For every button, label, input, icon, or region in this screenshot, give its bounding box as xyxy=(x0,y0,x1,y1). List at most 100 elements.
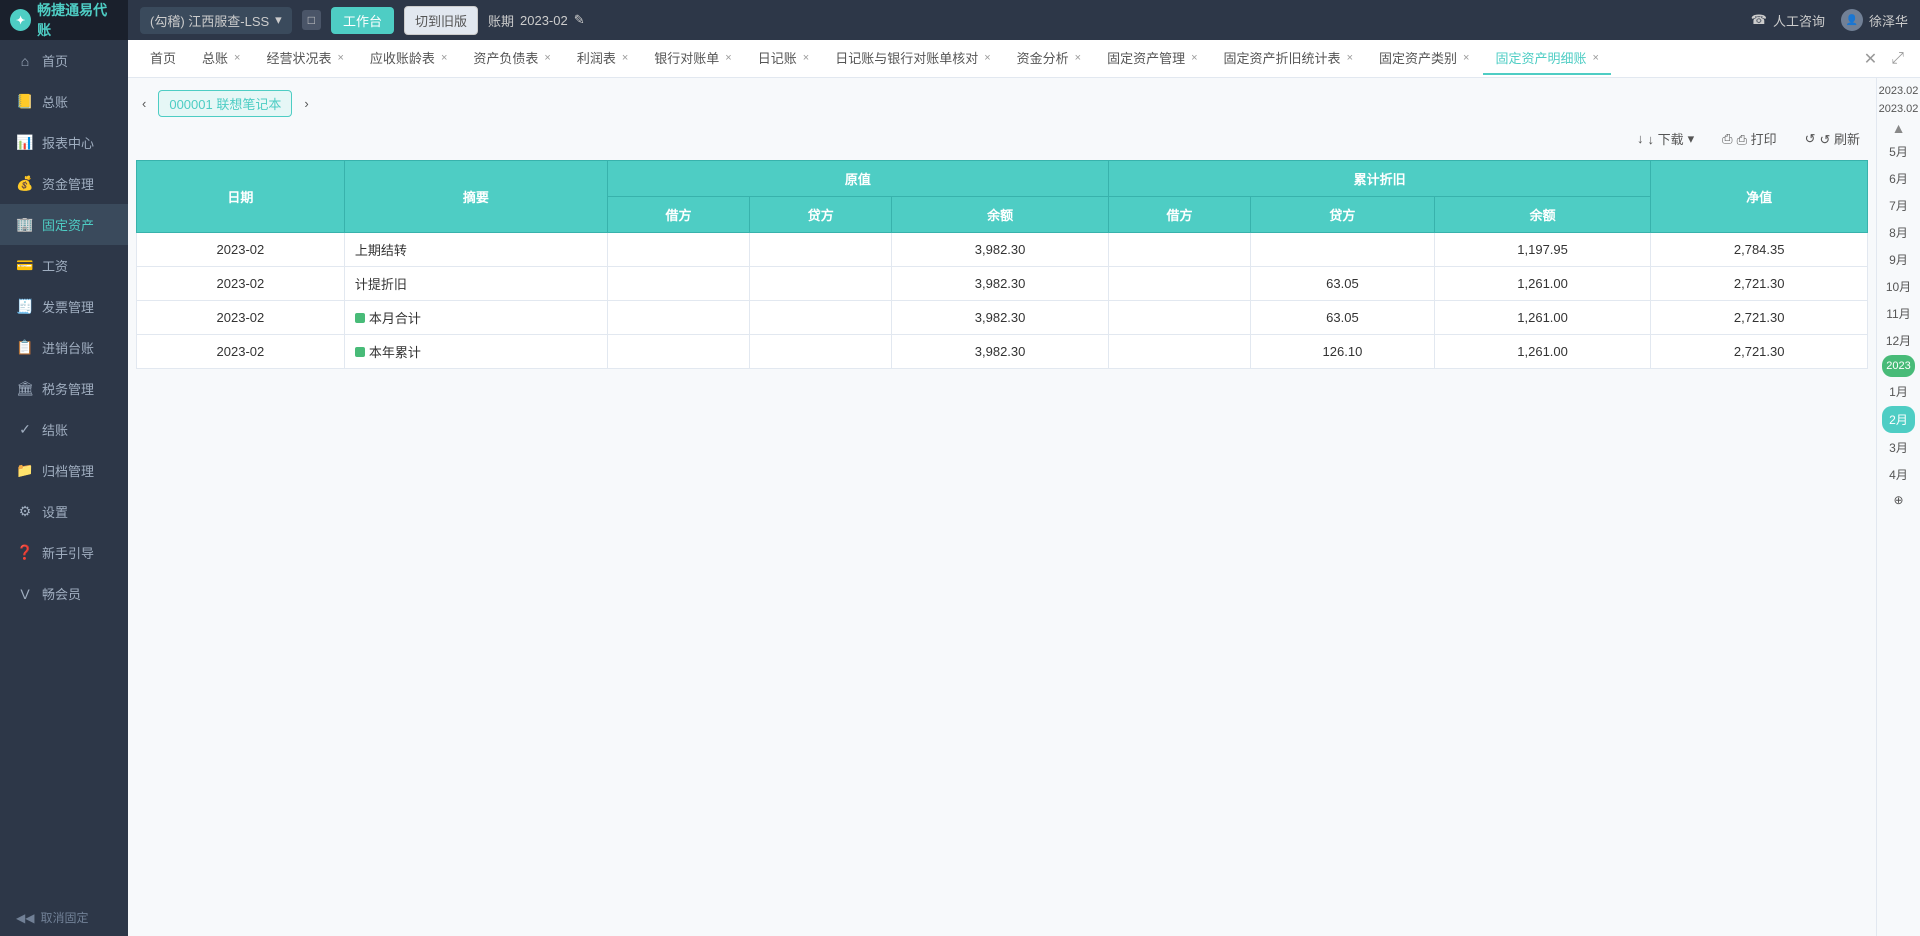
copy-button[interactable]: □ xyxy=(302,10,321,30)
month-nav-item-11月[interactable]: 11月 xyxy=(1878,300,1918,327)
tab-close-2[interactable]: × xyxy=(337,52,343,64)
tab-固定资产管理[interactable]: 固定资产管理× xyxy=(1095,42,1209,75)
tab-首页[interactable]: 首页 xyxy=(138,42,188,75)
company-selector[interactable]: (勾稽) 江西服查-LSS ▾ xyxy=(140,7,292,34)
sidebar-item-归档管理[interactable]: 📁归档管理 xyxy=(0,450,128,491)
help-button[interactable]: ☎ 人工咨询 xyxy=(1751,11,1825,30)
workbench-button[interactable]: 工作台 xyxy=(331,7,394,34)
tab-close-5[interactable]: × xyxy=(622,52,628,64)
tab-label-2: 经营状况表 xyxy=(266,48,331,67)
period-navigator: 2023.02 2023.02 ▲ 5月6月7月8月9月10月11月12月202… xyxy=(1876,78,1920,936)
scroll-up-icon[interactable]: ▲ xyxy=(1890,118,1908,138)
fullscreen-icon[interactable]: ⤢ xyxy=(1885,46,1910,72)
cell-orig-credit-1 xyxy=(750,267,892,301)
tab-经营状况表[interactable]: 经营状况表 × xyxy=(254,42,355,75)
sidebar-item-首页[interactable]: ⌂首页 xyxy=(0,40,128,81)
tab-close-12[interactable]: × xyxy=(1463,52,1469,64)
tab-日记账[interactable]: 日记账 × xyxy=(746,42,821,75)
sidebar-label-11: 设置 xyxy=(42,502,68,521)
month-nav-item-7月[interactable]: 7月 xyxy=(1878,192,1918,219)
month-nav-item-6月[interactable]: 6月 xyxy=(1878,165,1918,192)
tab-label-6: 银行对账单 xyxy=(654,48,719,67)
tab-利润表[interactable]: 利润表× xyxy=(565,42,640,75)
tab-close-9[interactable]: × xyxy=(1075,52,1081,64)
sidebar-item-工资[interactable]: 💳工资 xyxy=(0,245,128,286)
tab-close-10[interactable]: × xyxy=(1191,52,1197,64)
tab-close-13[interactable]: × xyxy=(1592,52,1598,64)
month-nav-item-1月[interactable]: 1月 xyxy=(1878,378,1918,405)
sidebar-item-结账[interactable]: ✓结账 xyxy=(0,409,128,450)
sidebar-label-3: 资金管理 xyxy=(42,174,94,193)
row-badge-3 xyxy=(355,347,365,357)
tab-label-7: 日记账 xyxy=(758,48,797,67)
breadcrumb-next[interactable]: › xyxy=(298,94,314,113)
month-nav-item-8月[interactable]: 8月 xyxy=(1878,219,1918,246)
month-nav-item-5月[interactable]: 5月 xyxy=(1878,138,1918,165)
sidebar-item-进销台账[interactable]: 📋进销台账 xyxy=(0,327,128,368)
sidebar-icon-11: ⚙ xyxy=(16,503,34,520)
month-nav-item-3月[interactable]: 3月 xyxy=(1878,434,1918,461)
sidebar-item-税务管理[interactable]: 🏛税务管理 xyxy=(0,368,128,409)
table-row: 2023-02 计提折旧 3,982.30 63.05 1,261.00 2,7… xyxy=(137,267,1868,301)
month-nav-item-2月[interactable]: 2月 xyxy=(1882,406,1914,433)
tab-应收账龄表[interactable]: 应收账龄表× xyxy=(358,42,459,75)
cell-net-3: 2,721.30 xyxy=(1651,335,1868,369)
sidebar-item-资金管理[interactable]: 💰资金管理 xyxy=(0,163,128,204)
tab-close-6[interactable]: × xyxy=(725,52,731,64)
tab-close-1[interactable]: × xyxy=(234,52,240,64)
tab-close-11[interactable]: × xyxy=(1347,52,1353,64)
tab-总账[interactable]: 总账× xyxy=(190,42,252,75)
sidebar-icon-10: 📁 xyxy=(16,462,34,479)
help-icon: ☎ xyxy=(1751,12,1767,28)
tab-label-4: 资产负债表 xyxy=(473,48,538,67)
month-nav-item-12月[interactable]: 12月 xyxy=(1878,327,1918,354)
sidebar-icon-6: 🧾 xyxy=(16,298,34,315)
sidebar-item-报表中心[interactable]: 📊报表中心 xyxy=(0,122,128,163)
sidebar-item-总账[interactable]: 📒总账 xyxy=(0,81,128,122)
month-nav-item-2023[interactable]: 2023 xyxy=(1882,355,1914,377)
tab-固定资产折旧统计表[interactable]: 固定资产折旧统计表× xyxy=(1212,42,1365,75)
print-icon: ⎙ xyxy=(1722,131,1732,147)
tab-资产负债表[interactable]: 资产负债表 × xyxy=(461,42,562,75)
tab-固定资产类别[interactable]: 固定资产类别× xyxy=(1367,42,1481,75)
print-button[interactable]: ⎙ ⎙ 打印 xyxy=(1714,125,1784,152)
sidebar-item-新手引导[interactable]: ❓新手引导 xyxy=(0,532,128,573)
tab-close-8[interactable]: × xyxy=(984,52,990,64)
month-nav-item-4月[interactable]: 4月 xyxy=(1878,461,1918,488)
sidebar-item-发票管理[interactable]: 🧾发票管理 xyxy=(0,286,128,327)
sidebar-label-4: 固定资产 xyxy=(42,215,94,234)
cell-orig-credit-3 xyxy=(750,335,892,369)
sidebar-item-设置[interactable]: ⚙ 设置 xyxy=(0,491,128,532)
tab-close-3[interactable]: × xyxy=(441,52,447,64)
month-nav-item-10月[interactable]: 10月 xyxy=(1878,273,1918,300)
sidebar-item-畅会员[interactable]: V畅会员 xyxy=(0,573,128,614)
sidebar-item-固定资产[interactable]: 🏢固定资产 xyxy=(0,204,128,245)
refresh-button[interactable]: ↺ ↺ 刷新 xyxy=(1797,125,1868,152)
cell-orig-credit-2 xyxy=(750,301,892,335)
month-nav-item-9月[interactable]: 9月 xyxy=(1878,246,1918,273)
sidebar-label-13: 畅会员 xyxy=(42,584,81,603)
cell-summary-0: 上期结转 xyxy=(344,233,607,267)
tab-close-4[interactable]: × xyxy=(544,52,550,64)
tab-固定资产明细账[interactable]: 固定资产明细账× xyxy=(1483,42,1610,75)
download-dropdown-icon: ▾ xyxy=(1688,131,1695,147)
content-area: ‹ 000001 联想笔记本 › ↓ ↓ 下载 ▾ ⎙ ⎙ 打印 ↺ ↺ 刷新 xyxy=(128,78,1920,936)
tab-日记账与银行对账单核对[interactable]: 日记账与银行对账单核对× xyxy=(823,42,1002,75)
tab-资金分析[interactable]: 资金分析× xyxy=(1005,42,1093,75)
period-label: 账期 xyxy=(488,11,514,30)
download-button[interactable]: ↓ ↓ 下载 ▾ xyxy=(1629,125,1702,152)
tab-close-7[interactable]: × xyxy=(803,52,809,64)
user-menu[interactable]: 👤 徐泽华 xyxy=(1841,9,1908,31)
breadcrumb-prev[interactable]: ‹ xyxy=(136,94,152,113)
close-all-tabs-icon[interactable]: ✕ xyxy=(1858,45,1883,73)
breadcrumb-current[interactable]: 000001 联想笔记本 xyxy=(158,90,292,117)
cell-acc-credit-3: 126.10 xyxy=(1251,335,1435,369)
tab-银行对账单[interactable]: 银行对账单 × xyxy=(642,42,743,75)
expand-button[interactable]: ⊕ xyxy=(1877,488,1920,512)
download-icon: ↓ xyxy=(1637,131,1644,146)
sidebar-unpin[interactable]: ◀◀ 取消固定 xyxy=(0,899,128,936)
period-edit-icon[interactable]: ✎ xyxy=(574,12,585,28)
period-value: 2023-02 xyxy=(520,13,568,28)
switch-old-button[interactable]: 切到旧版 xyxy=(404,6,478,35)
topbar: (勾稽) 江西服查-LSS ▾ □ 工作台 切到旧版 账期 2023-02 ✎ … xyxy=(128,0,1920,40)
